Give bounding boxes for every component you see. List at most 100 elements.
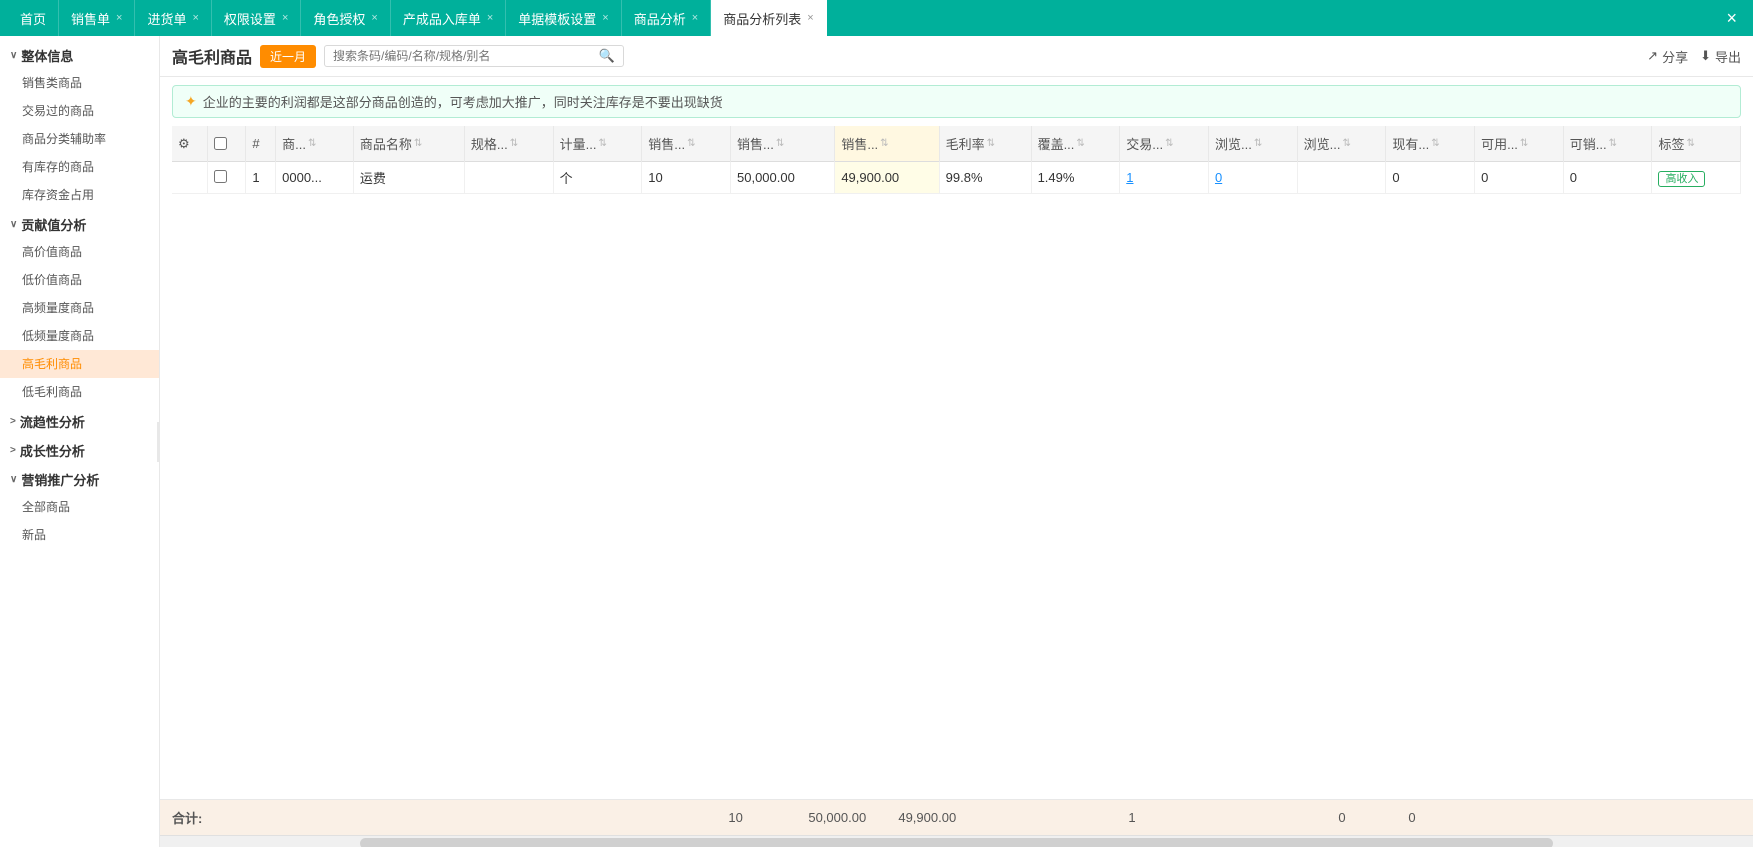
sidebar-group-finance[interactable]: ∨贡献值分析: [0, 209, 159, 238]
sidebar-item-high-margin[interactable]: 高毛利商品: [0, 350, 159, 378]
group-label-marketing: 营销推广分析: [21, 470, 99, 489]
nav-tab-permissions[interactable]: 权限设置×: [212, 0, 301, 36]
nav-tab-home[interactable]: 首页: [8, 0, 59, 36]
footer-cell-filler1: [222, 810, 302, 825]
bottom-scrollbar[interactable]: [160, 835, 1753, 847]
row-settings-btn[interactable]: [172, 162, 208, 194]
nav-tab-close-template[interactable]: ×: [602, 12, 608, 24]
footer-cell-available_qty: 0: [1402, 810, 1472, 825]
col-label-margin_rate: 毛利率⇅: [946, 134, 1025, 153]
footer-cell-filler-cov: [1052, 810, 1122, 825]
sidebar-group-marketing[interactable]: ∨营销推广分析: [0, 464, 159, 493]
col-header-tag[interactable]: 标签⇅: [1652, 126, 1741, 162]
select-all-checkbox[interactable]: [214, 137, 227, 150]
share-button[interactable]: ↗ 分享: [1647, 47, 1688, 66]
nav-tab-sales[interactable]: 销售单×: [59, 0, 135, 36]
cell-trade-0: 1: [1120, 162, 1209, 194]
link-trade-0[interactable]: 1: [1126, 170, 1133, 185]
col-label-checkbox: [214, 137, 239, 150]
col-header-margin_rate[interactable]: 毛利率⇅: [939, 126, 1031, 162]
content-area: 高毛利商品 近一月 🔍 ↗ 分享 ⬇ 导出 ✦ 企业的主要的利润都是这部分商品创…: [160, 36, 1753, 847]
nav-tab-analysis[interactable]: 商品分析×: [622, 0, 711, 36]
link-browse1-0[interactable]: 0: [1215, 170, 1222, 185]
sort-icon-sales_cost: ⇅: [880, 138, 888, 149]
sidebar-item-high-value[interactable]: 高价值商品: [0, 238, 159, 266]
col-header-current_qty[interactable]: 现有...⇅: [1386, 126, 1475, 162]
top-nav: 首页销售单×进货单×权限设置×角色授权×产成品入库单×单据模板设置×商品分析×商…: [0, 0, 1753, 36]
footer-cell-filler2: [302, 810, 382, 825]
col-header-checkbox: [208, 126, 246, 162]
col-header-browse2[interactable]: 浏览...⇅: [1297, 126, 1386, 162]
col-header-code[interactable]: 商...⇅: [276, 126, 354, 162]
sort-icon-code: ⇅: [308, 138, 316, 149]
nav-tab-close-permissions[interactable]: ×: [282, 12, 288, 24]
col-header-unit[interactable]: 计量...⇅: [553, 126, 642, 162]
sort-icon-coverage: ⇅: [1076, 138, 1084, 149]
nav-tab-template[interactable]: 单据模板设置×: [506, 0, 621, 36]
sidebar-item-low-freq[interactable]: 低频量度商品: [0, 322, 159, 350]
footer-cell-filler-margin: [982, 810, 1052, 825]
col-header-sales_cost[interactable]: 销售...⇅: [835, 126, 939, 162]
col-header-spec[interactable]: 规格...⇅: [464, 126, 553, 162]
col-header-trade[interactable]: 交易...⇅: [1120, 126, 1209, 162]
sidebar-item-analysis-assist[interactable]: 商品分类辅助率: [0, 125, 159, 153]
close-all-button[interactable]: ×: [1718, 8, 1745, 29]
col-header-browse1[interactable]: 浏览...⇅: [1208, 126, 1297, 162]
nav-tab-close-purchase[interactable]: ×: [192, 12, 198, 24]
info-banner-text: 企业的主要的利润都是这部分商品创造的，可考虑加大推广，同时关注库存是不要出现缺货: [203, 92, 723, 111]
sidebar-toggle[interactable]: «: [157, 422, 160, 462]
nav-tab-products-entry[interactable]: 产成品入库单×: [391, 0, 506, 36]
footer-cell-trade: 1: [1122, 810, 1192, 825]
sidebar-item-new-goods[interactable]: 新品: [0, 521, 159, 549]
sidebar-group-trend[interactable]: >流趋性分析: [0, 406, 159, 435]
col-label-browse2: 浏览...⇅: [1304, 134, 1380, 153]
nav-tab-close-sales[interactable]: ×: [116, 12, 122, 24]
footer-cell-current_qty: 0: [1332, 810, 1402, 825]
col-header-available_qty[interactable]: 可用...⇅: [1475, 126, 1564, 162]
col-label-current_qty: 现有...⇅: [1392, 134, 1468, 153]
footer-cell-filler-name: [442, 810, 562, 825]
col-header-sales_qty[interactable]: 销售...⇅: [642, 126, 731, 162]
row-checkbox[interactable]: [214, 170, 227, 183]
sidebar-group-overall[interactable]: ∨整体信息: [0, 40, 159, 69]
search-icon[interactable]: 🔍: [599, 48, 615, 64]
search-input[interactable]: [333, 49, 595, 63]
col-header-settings: ⚙: [172, 126, 208, 162]
sidebar-group-growth[interactable]: >成长性分析: [0, 435, 159, 464]
col-label-tag: 标签⇅: [1658, 134, 1734, 153]
nav-tab-close-analysis-list[interactable]: ×: [807, 12, 813, 24]
export-button[interactable]: ⬇ 导出: [1700, 47, 1741, 66]
col-label-trade: 交易...⇅: [1126, 134, 1202, 153]
sidebar-item-inventory-goods[interactable]: 有库存的商品: [0, 153, 159, 181]
sidebar-item-all-goods[interactable]: 全部商品: [0, 493, 159, 521]
row-checkbox-cell: [208, 162, 246, 194]
sort-icon-sales_amount: ⇅: [776, 138, 784, 149]
nav-tab-close-analysis[interactable]: ×: [692, 12, 698, 24]
nav-tab-roles[interactable]: 角色授权×: [301, 0, 390, 36]
col-header-salable_qty[interactable]: 可销...⇅: [1563, 126, 1652, 162]
filter-recent-month-button[interactable]: 近一月: [260, 45, 316, 68]
nav-tab-close-products-entry[interactable]: ×: [487, 12, 493, 24]
sort-icon-margin_rate: ⇅: [987, 138, 995, 149]
sidebar-item-sales-goods[interactable]: 销售类商品: [0, 69, 159, 97]
info-banner: ✦ 企业的主要的利润都是这部分商品创造的，可考虑加大推广，同时关注库存是不要出现…: [172, 85, 1741, 118]
sidebar-item-low-margin[interactable]: 低毛利商品: [0, 378, 159, 406]
sidebar-item-inventory-capital[interactable]: 库存资金占用: [0, 181, 159, 209]
sidebar-item-low-value[interactable]: 低价值商品: [0, 266, 159, 294]
footer-cell-filler3: [382, 810, 442, 825]
sidebar: ∨整体信息销售类商品交易过的商品商品分类辅助率有库存的商品库存资金占用∨贡献值分…: [0, 36, 160, 847]
col-header-coverage[interactable]: 覆盖...⇅: [1031, 126, 1120, 162]
col-header-name[interactable]: 商品名称⇅: [353, 126, 464, 162]
nav-tab-analysis-list[interactable]: 商品分析列表×: [711, 0, 826, 36]
footer-values: 1050,000.0049,900.00100: [222, 810, 1741, 825]
sidebar-item-traded-goods[interactable]: 交易过的商品: [0, 97, 159, 125]
sidebar-item-high-freq[interactable]: 高频量度商品: [0, 294, 159, 322]
footer-label: 合计:: [172, 808, 202, 827]
nav-tab-close-roles[interactable]: ×: [371, 12, 377, 24]
col-header-sales_amount[interactable]: 销售...⇅: [731, 126, 835, 162]
group-arrow-trend: >: [10, 416, 16, 427]
group-arrow-finance: ∨: [10, 219, 17, 230]
cell-margin_rate-0: 99.8%: [939, 162, 1031, 194]
nav-tab-purchase[interactable]: 进货单×: [135, 0, 211, 36]
sort-icon-spec: ⇅: [510, 138, 518, 149]
